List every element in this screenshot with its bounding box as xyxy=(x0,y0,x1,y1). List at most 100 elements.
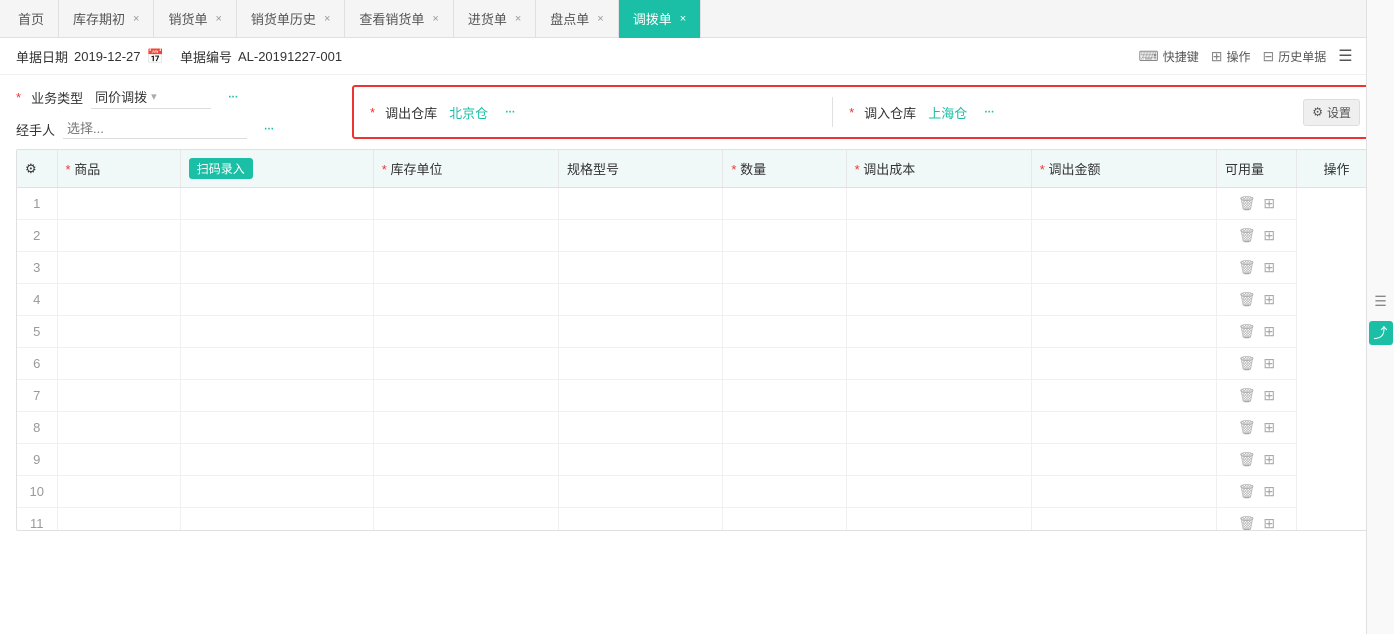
copy-row-icon[interactable]: ⊞ xyxy=(1263,259,1275,275)
cell-cost[interactable] xyxy=(723,284,846,316)
tab-transfer[interactable]: 调拨单 × xyxy=(619,0,701,38)
cell-spec[interactable] xyxy=(373,220,558,252)
cell-spec[interactable] xyxy=(373,508,558,531)
close-tab-transfer[interactable]: × xyxy=(680,13,686,25)
delete-row-icon[interactable]: 🗑 xyxy=(1238,291,1256,307)
tab-purchase[interactable]: 进货单 × xyxy=(454,0,536,38)
history-button[interactable]: ⊟ 历史单据 xyxy=(1263,48,1327,65)
cell-amount[interactable] xyxy=(846,252,1031,284)
cell-available[interactable] xyxy=(1031,188,1216,220)
delete-row-icon[interactable]: 🗑 xyxy=(1238,387,1256,403)
cell-cost[interactable] xyxy=(723,188,846,220)
cell-cost[interactable] xyxy=(723,508,846,531)
copy-row-icon[interactable]: ⊞ xyxy=(1263,451,1275,467)
cell-spec[interactable] xyxy=(373,252,558,284)
cell-product[interactable] xyxy=(57,476,180,508)
handler-input[interactable] xyxy=(63,119,247,139)
cell-amount[interactable] xyxy=(846,412,1031,444)
cell-product[interactable] xyxy=(57,444,180,476)
handler-more-button[interactable]: ··· xyxy=(263,120,273,138)
tab-home[interactable]: 首页 xyxy=(4,0,59,38)
cell-amount[interactable] xyxy=(846,284,1031,316)
copy-row-icon[interactable]: ⊞ xyxy=(1263,195,1275,211)
close-tab-inventory-init[interactable]: × xyxy=(133,13,139,25)
cell-cost[interactable] xyxy=(723,444,846,476)
cell-available[interactable] xyxy=(1031,316,1216,348)
scan-input-button[interactable]: 扫码录入 xyxy=(189,158,253,179)
copy-row-icon[interactable]: ⊞ xyxy=(1263,483,1275,499)
cell-product[interactable] xyxy=(57,220,180,252)
cell-available[interactable] xyxy=(1031,476,1216,508)
cell-product[interactable] xyxy=(57,316,180,348)
delete-row-icon[interactable]: 🗑 xyxy=(1238,483,1256,499)
cell-cost[interactable] xyxy=(723,252,846,284)
tab-inventory-init[interactable]: 库存期初 × xyxy=(59,0,154,38)
cell-qty[interactable] xyxy=(558,412,722,444)
copy-row-icon[interactable]: ⊞ xyxy=(1263,227,1275,243)
copy-row-icon[interactable]: ⊞ xyxy=(1263,387,1275,403)
delete-row-icon[interactable]: 🗑 xyxy=(1238,227,1256,243)
cell-unit[interactable] xyxy=(180,444,373,476)
tab-inventory-check[interactable]: 盘点单 × xyxy=(536,0,618,38)
delete-row-icon[interactable]: 🗑 xyxy=(1238,419,1256,435)
cell-cost[interactable] xyxy=(723,316,846,348)
cell-qty[interactable] xyxy=(558,444,722,476)
cell-product[interactable] xyxy=(57,380,180,412)
cell-amount[interactable] xyxy=(846,188,1031,220)
delete-row-icon[interactable]: 🗑 xyxy=(1238,323,1256,339)
cell-qty[interactable] xyxy=(558,348,722,380)
cell-amount[interactable] xyxy=(846,508,1031,531)
cell-available[interactable] xyxy=(1031,220,1216,252)
cell-available[interactable] xyxy=(1031,284,1216,316)
close-tab-purchase[interactable]: × xyxy=(515,13,521,25)
cell-cost[interactable] xyxy=(723,412,846,444)
cell-spec[interactable] xyxy=(373,348,558,380)
layout-toggle-button[interactable]: ☰ xyxy=(1338,46,1352,66)
cell-amount[interactable] xyxy=(846,348,1031,380)
cell-unit[interactable] xyxy=(180,508,373,531)
cell-qty[interactable] xyxy=(558,188,722,220)
cell-qty[interactable] xyxy=(558,380,722,412)
cell-available[interactable] xyxy=(1031,412,1216,444)
cell-spec[interactable] xyxy=(373,380,558,412)
delete-row-icon[interactable]: 🗑 xyxy=(1238,355,1256,371)
cell-qty[interactable] xyxy=(558,476,722,508)
cell-unit[interactable] xyxy=(180,252,373,284)
copy-row-icon[interactable]: ⊞ xyxy=(1263,323,1275,339)
cell-product[interactable] xyxy=(57,252,180,284)
copy-row-icon[interactable]: ⊞ xyxy=(1263,355,1275,371)
copy-row-icon[interactable]: ⊞ xyxy=(1263,291,1275,307)
business-type-more-button[interactable]: ··· xyxy=(227,88,237,106)
calendar-icon[interactable]: 📅 xyxy=(147,48,164,65)
delete-row-icon[interactable]: 🗑 xyxy=(1238,515,1256,530)
copy-row-icon[interactable]: ⊞ xyxy=(1263,515,1275,530)
cell-unit[interactable] xyxy=(180,380,373,412)
delete-row-icon[interactable]: 🗑 xyxy=(1238,259,1256,275)
cell-qty[interactable] xyxy=(558,284,722,316)
tab-sales-order[interactable]: 销货单 × xyxy=(154,0,236,38)
cell-available[interactable] xyxy=(1031,444,1216,476)
cell-available[interactable] xyxy=(1031,348,1216,380)
cell-cost[interactable] xyxy=(723,476,846,508)
cell-qty[interactable] xyxy=(558,316,722,348)
cell-cost[interactable] xyxy=(723,348,846,380)
cell-product[interactable] xyxy=(57,508,180,531)
cell-spec[interactable] xyxy=(373,412,558,444)
operation-button[interactable]: ⊞ 操作 xyxy=(1211,48,1251,65)
close-tab-inventory-check[interactable]: × xyxy=(597,13,603,25)
cell-cost[interactable] xyxy=(723,220,846,252)
transfer-out-more-button[interactable]: ··· xyxy=(504,103,514,121)
cell-product[interactable] xyxy=(57,188,180,220)
business-type-select[interactable]: 同价调拨 ▾ xyxy=(91,85,211,109)
cell-unit[interactable] xyxy=(180,284,373,316)
cell-available[interactable] xyxy=(1031,252,1216,284)
delete-row-icon[interactable]: 🗑 xyxy=(1238,451,1256,467)
cell-qty[interactable] xyxy=(558,508,722,531)
table-settings-header[interactable]: ⚙ xyxy=(17,150,57,188)
transfer-in-more-button[interactable]: ··· xyxy=(983,103,993,121)
cell-cost[interactable] xyxy=(723,380,846,412)
cell-unit[interactable] xyxy=(180,348,373,380)
shortcut-button[interactable]: ⌨ 快捷键 xyxy=(1139,48,1199,65)
cell-spec[interactable] xyxy=(373,476,558,508)
cell-product[interactable] xyxy=(57,284,180,316)
